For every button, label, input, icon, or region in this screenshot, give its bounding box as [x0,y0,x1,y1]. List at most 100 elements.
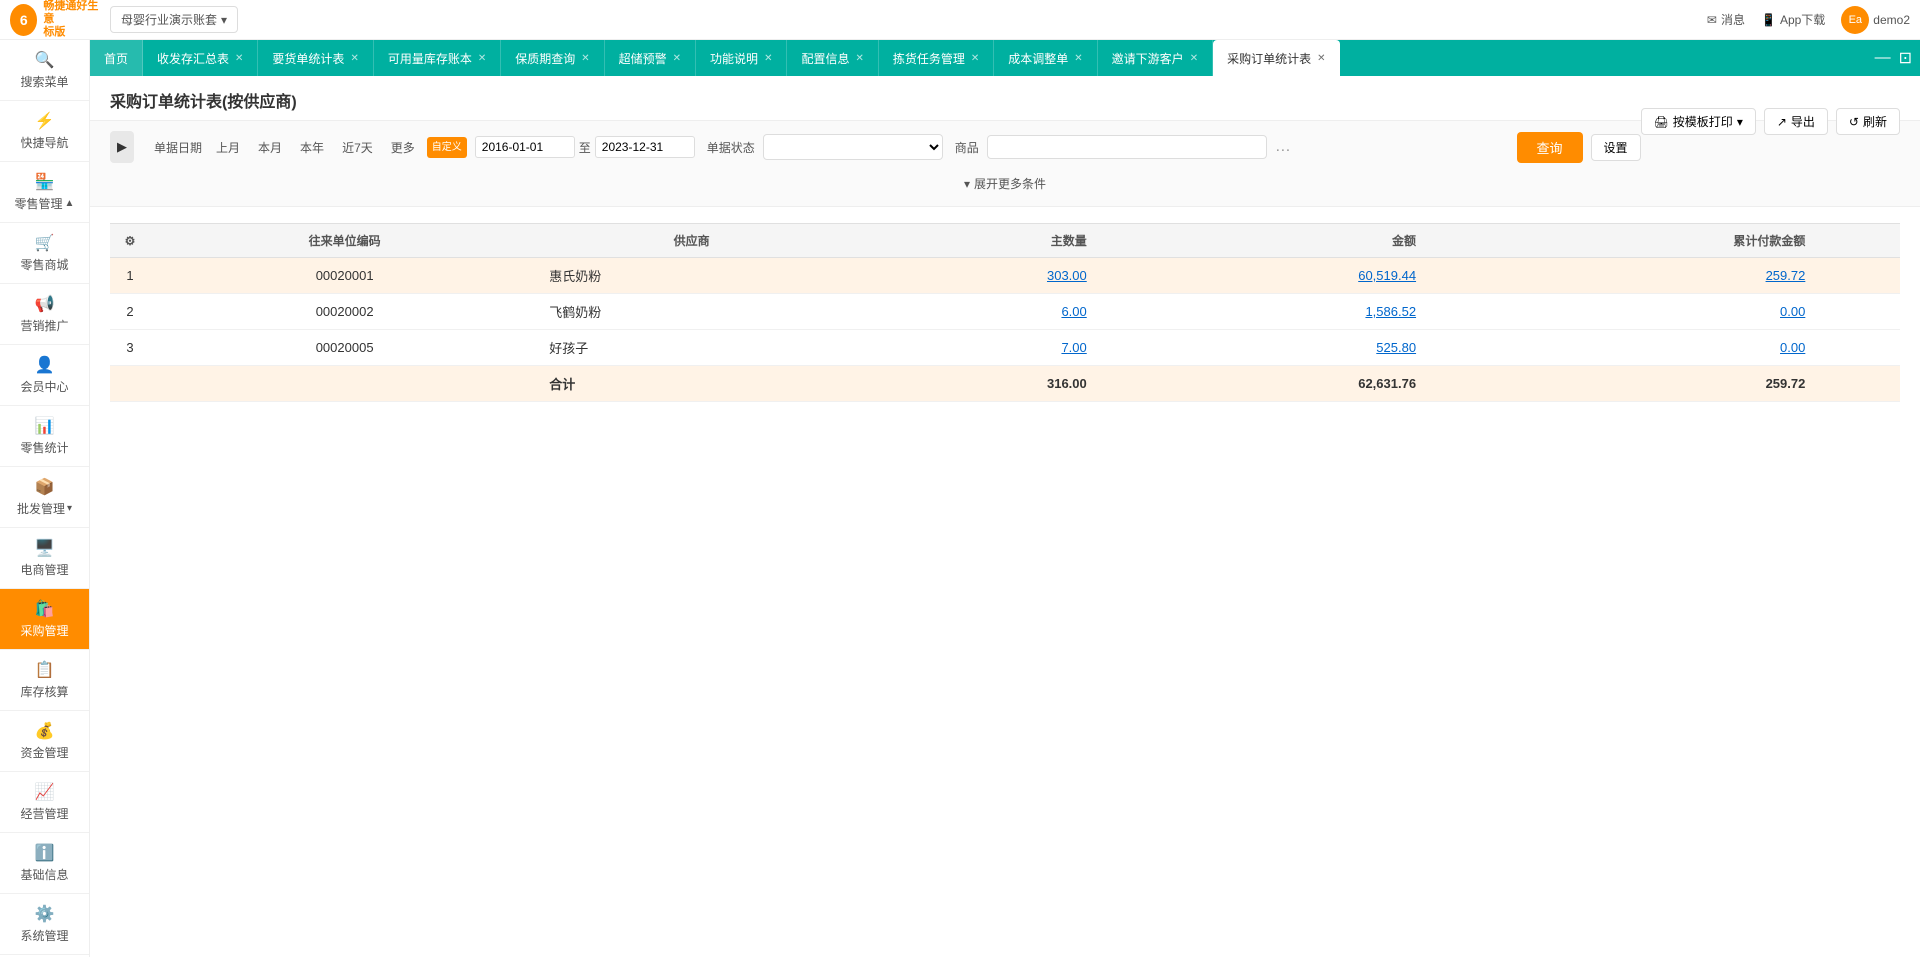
th-supplier: 供应商 [539,224,844,258]
row-qty[interactable]: 7.00 [844,330,1097,366]
row-qty[interactable]: 6.00 [844,294,1097,330]
shortcut-this-year[interactable]: 本年 [294,137,330,158]
sidebar-item-retail-mgmt[interactable]: 🏪 零售管理 ▲ [0,162,89,223]
export-icon: ↗ [1777,115,1787,129]
sidebar-item-stock-audit[interactable]: 📋 库存核算 [0,650,89,711]
tab-window-min-icon[interactable]: — [1875,49,1891,67]
filter-row-main: ▶ 单据日期 上月 本月 本年 近7天 更多 自定义 [110,131,1641,163]
sidebar-item-ecommerce[interactable]: 🖥️ 电商管理 [0,528,89,589]
row-amount[interactable]: 525.80 [1097,330,1426,366]
export-button[interactable]: ↗ 导出 [1764,108,1828,135]
goods-input[interactable] [987,135,1267,159]
row-amount[interactable]: 60,519.44 [1097,258,1426,294]
tab-window-max-icon[interactable]: ⊡ [1899,48,1912,68]
filter-collapse-button[interactable]: ▶ [110,131,134,163]
row-extra [1815,258,1900,294]
tab-close-icon[interactable]: ✕ [673,53,681,64]
tab-close-active-icon[interactable]: ✕ [1317,53,1325,64]
shortcut-7days[interactable]: 近7天 [336,137,379,158]
sidebar-item-basic-info[interactable]: ℹ️ 基础信息 [0,833,89,894]
tab-requisition-stats[interactable]: 要货单统计表 ✕ [258,40,373,76]
tab-cost-adjust[interactable]: 成本调整单 ✕ [994,40,1097,76]
sidebar-item-finance[interactable]: 💰 资金管理 [0,711,89,772]
footer-amount: 62,631.76 [1097,366,1426,402]
table-footer-row: 合计 316.00 62,631.76 259.72 [110,366,1900,402]
refresh-button[interactable]: ↺ 刷新 [1836,108,1900,135]
goods-more-button[interactable]: … [1275,138,1291,156]
row-code: 00020005 [150,330,539,366]
sidebar-item-membership[interactable]: 👤 会员中心 [0,345,89,406]
tab-actions: — ⊡ [1875,48,1920,68]
tab-home[interactable]: 首页 [90,40,143,76]
sidebar-item-quick-nav[interactable]: ⚡ 快捷导航 [0,101,89,162]
logo-area: 6 畅捷通好生意 标版 [10,0,100,39]
tab-expiry-query[interactable]: 保质期查询 ✕ [501,40,604,76]
query-button[interactable]: 查询 [1517,132,1583,163]
expand-conditions-button[interactable]: ▾ 展开更多条件 [956,171,1054,196]
tab-close-icon[interactable]: ✕ [764,53,772,64]
footer-extra [1815,366,1900,402]
tab-invite-downstream[interactable]: 邀请下游客户 ✕ [1098,40,1213,76]
sidebar-item-wholesale[interactable]: 📦 批发管理 ▾ [0,467,89,528]
sidebar-item-purchase[interactable]: 🛍️ 采购管理 [0,589,89,650]
data-table: ⚙ 往来单位编码 供应商 主数量 [110,223,1900,402]
sidebar-item-retail-stats[interactable]: 📊 零售统计 [0,406,89,467]
gear-settings-icon[interactable]: ⚙ [125,234,136,248]
tab-close-icon[interactable]: ✕ [1074,53,1082,64]
row-paid[interactable]: 259.72 [1426,258,1815,294]
row-paid[interactable]: 0.00 [1426,294,1815,330]
row-amount[interactable]: 1,586.52 [1097,294,1426,330]
page-toolbar: 🖨 按模板打印 ▾ ↗ 导出 ↺ 刷新 [1641,108,1900,135]
main-layout: 🔍 搜索菜单 ⚡ 快捷导航 🏪 零售管理 ▲ 🛒 零售商城 📢 营销推广 👤 会… [0,40,1920,957]
tab-close-icon[interactable]: ✕ [478,53,486,64]
row-num: 2 [110,294,150,330]
table-row: 1 00020001 惠氏奶粉 303.00 60,519.4 [110,258,1900,294]
th-qty: 主数量 [844,224,1097,258]
row-paid[interactable]: 0.00 [1426,330,1815,366]
table-container: ⚙ 往来单位编码 供应商 主数量 [90,207,1920,418]
sidebar-item-retail-shop[interactable]: 🛒 零售商城 [0,223,89,284]
shortcut-prev-month[interactable]: 上月 [210,137,246,158]
sidebar-item-search[interactable]: 🔍 搜索菜单 [0,40,89,101]
shortcut-more[interactable]: 更多 [385,137,421,158]
tab-close-icon[interactable]: ✕ [235,53,243,64]
tab-bar: 首页 收发存汇总表 ✕ 要货单统计表 ✕ 可用量库存账本 ✕ 保质期查询 ✕ 超… [90,40,1920,76]
tab-pickup-task[interactable]: 拣货任务管理 ✕ [879,40,994,76]
sidebar-item-marketing[interactable]: 📢 营销推广 [0,284,89,345]
operations-icon: 📈 [35,782,55,802]
date-from-input[interactable] [475,136,575,158]
tab-close-icon[interactable]: ✕ [581,53,589,64]
tab-overstock[interactable]: 超储预警 ✕ [605,40,696,76]
retail-mgmt-icon: 🏪 [35,172,55,192]
tab-close-icon[interactable]: ✕ [1190,53,1198,64]
row-code: 00020002 [150,294,539,330]
message-button[interactable]: ✉ 消息 [1707,11,1745,28]
th-checkbox: ⚙ [110,224,150,258]
tab-close-icon[interactable]: ✕ [855,53,863,64]
status-filter-label: 单据状态 [707,139,755,156]
footer-paid: 259.72 [1426,366,1815,402]
tab-function-desc[interactable]: 功能说明 ✕ [696,40,787,76]
tab-available-stock[interactable]: 可用量库存账本 ✕ [374,40,501,76]
table-row: 3 00020005 好孩子 7.00 525.80 [110,330,1900,366]
quick-nav-icon: ⚡ [35,111,55,131]
tab-purchase-stats[interactable]: 采购订单统计表 ✕ [1213,40,1340,76]
sidebar-item-operations[interactable]: 📈 经营管理 [0,772,89,833]
row-qty[interactable]: 303.00 [844,258,1097,294]
tab-close-icon[interactable]: ✕ [350,53,358,64]
date-to-input[interactable] [595,136,695,158]
tab-close-icon[interactable]: ✕ [971,53,979,64]
shortcut-this-month[interactable]: 本月 [252,137,288,158]
settings-button[interactable]: 设置 [1591,134,1641,161]
workspace-selector[interactable]: 母婴行业演示账套 ▾ [110,6,238,33]
tab-config-info[interactable]: 配置信息 ✕ [787,40,878,76]
row-code: 00020001 [150,258,539,294]
user-menu[interactable]: Ea demo2 [1841,6,1910,34]
app-download-button[interactable]: 📱 App下载 [1761,11,1825,28]
search-icon: 🔍 [35,50,55,70]
tab-collect-dispatch[interactable]: 收发存汇总表 ✕ [143,40,258,76]
sidebar-item-system[interactable]: ⚙️ 系统管理 [0,894,89,955]
status-select[interactable] [763,134,943,160]
printer-icon: 🖨 [1654,115,1669,129]
template-print-button[interactable]: 🖨 按模板打印 ▾ [1641,108,1756,135]
